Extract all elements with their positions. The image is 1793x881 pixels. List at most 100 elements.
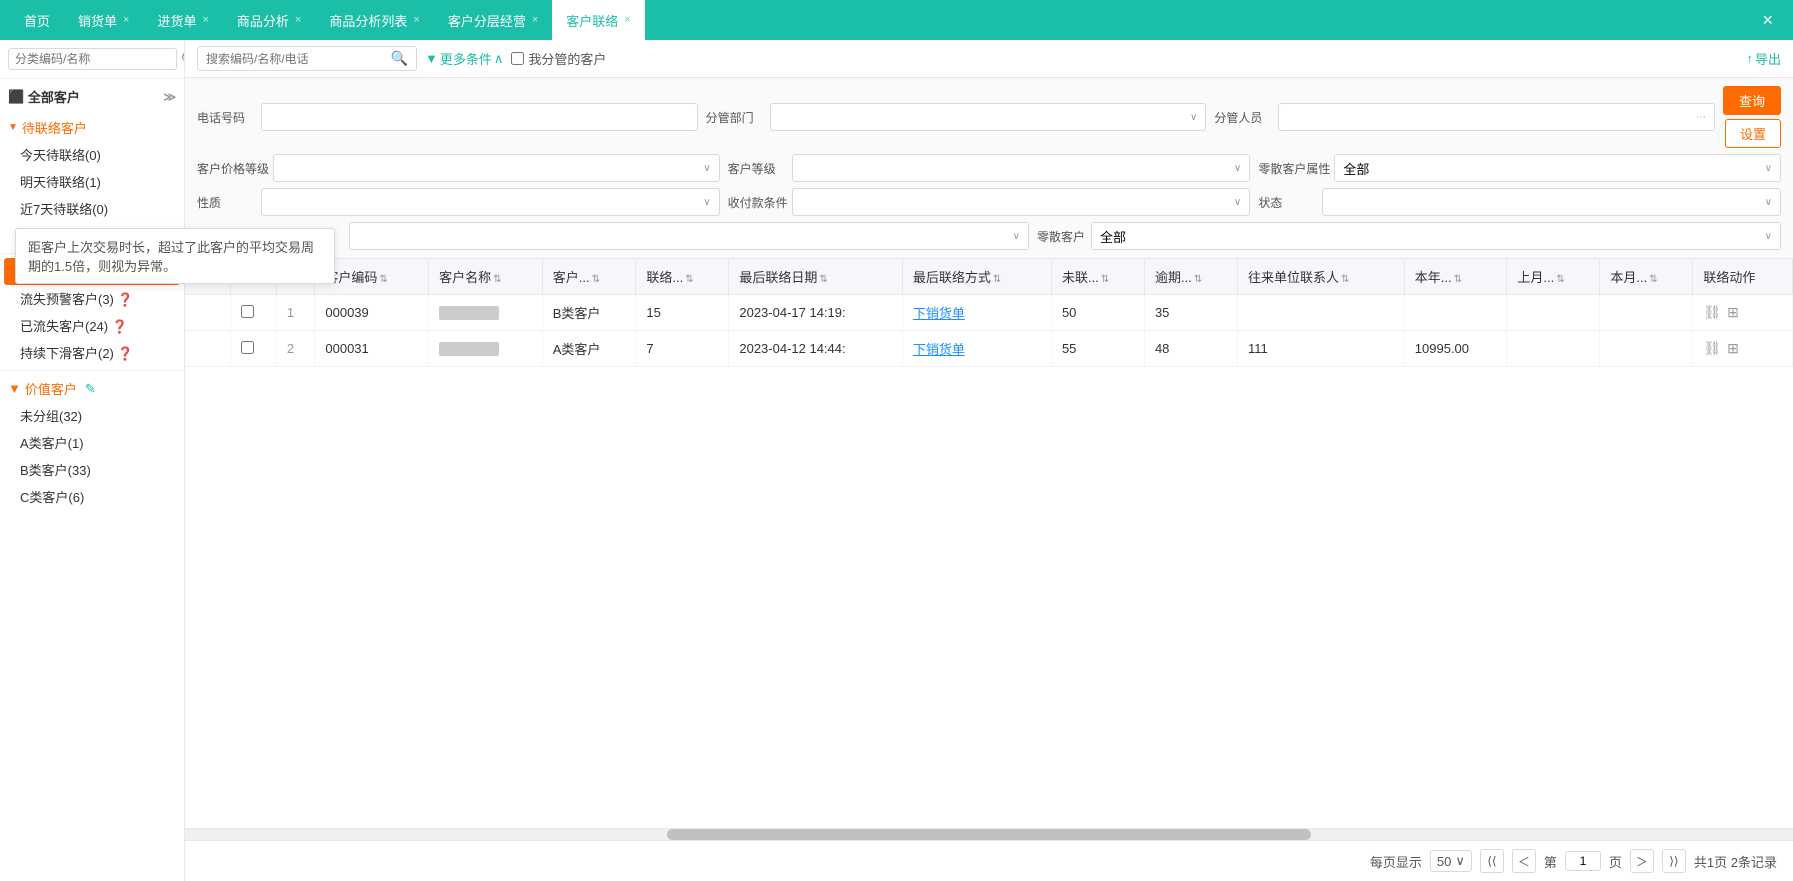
retail-customer-filter: 零散客户 全部 ∨ bbox=[1037, 222, 1781, 250]
person-chevron: ⋯ bbox=[1696, 112, 1706, 123]
value-section-edit-icon[interactable]: ✎ bbox=[85, 381, 96, 397]
my-customer-checkbox[interactable] bbox=[511, 52, 524, 65]
table-row: 1 000039 B类客户 15 2023-04-17 14:19: 下销货单 … bbox=[185, 295, 1793, 331]
retail-customer-select[interactable]: 全部 ∨ bbox=[1091, 222, 1781, 250]
page-number-input[interactable] bbox=[1565, 851, 1601, 871]
sidebar-tomorrow-pending[interactable]: 明天待联络(1) bbox=[0, 168, 184, 195]
nav-purchase-close[interactable]: × bbox=[202, 14, 208, 26]
per-page-select[interactable]: 50 ∨ bbox=[1430, 850, 1472, 872]
payment-select[interactable]: ∨ bbox=[792, 188, 1251, 216]
nav-sales-close[interactable]: × bbox=[123, 14, 129, 26]
nav-purchase[interactable]: 进货单 × bbox=[143, 0, 222, 40]
person-select[interactable]: ⋯ bbox=[1278, 103, 1715, 131]
nav-customer-contact[interactable]: 客户联络 × bbox=[552, 0, 644, 40]
nav-customer-tier-close[interactable]: × bbox=[532, 14, 538, 26]
gender-chevron: ∨ bbox=[703, 197, 710, 208]
export-button[interactable]: ↑ 导出 bbox=[1746, 49, 1781, 68]
sidebar-search-input[interactable] bbox=[8, 48, 177, 70]
filter-row-2: 客户价格等级 ∨ 客户等级 ∨ 零散客户属性 全部 ∨ bbox=[197, 154, 1781, 182]
filter-row-4: ... 客户类型 ∨ 零散客户 全部 ∨ bbox=[197, 222, 1781, 250]
row-name bbox=[429, 295, 543, 331]
next-page-button[interactable]: ＞ bbox=[1630, 849, 1654, 873]
phone-input[interactable] bbox=[261, 103, 698, 131]
row-grid-icon[interactable]: ⊞ bbox=[1727, 304, 1739, 321]
main-search-input[interactable] bbox=[206, 52, 391, 66]
pagination-bar: 每页显示 50 ∨ ⟨⟨ ＜ 第 页 ＞ ⟩⟩ 共1页 2条记录 bbox=[185, 840, 1793, 881]
last-page-button[interactable]: ⟩⟩ bbox=[1662, 849, 1686, 873]
sidebar-churn-warning[interactable]: 流失预警客户(3) ❓ bbox=[0, 285, 184, 312]
row-link-icon[interactable]: ⛓ bbox=[1703, 340, 1721, 357]
sidebar-ungrouped[interactable]: 未分组(32) bbox=[0, 402, 184, 429]
horizontal-scrollbar[interactable] bbox=[185, 828, 1793, 840]
nav-product-analysis[interactable]: 商品分析 × bbox=[223, 0, 315, 40]
row-contact: 15 bbox=[636, 295, 729, 331]
close-all-tabs-button[interactable]: × bbox=[1752, 10, 1783, 31]
customer-type-filter: 客户类型 ∨ bbox=[285, 222, 1029, 250]
row-grid-icon[interactable]: ⊞ bbox=[1727, 340, 1739, 357]
col-type: 客户...⇅ bbox=[542, 259, 636, 295]
row-checkbox-cell bbox=[230, 331, 276, 367]
nav-product-analysis-close[interactable]: × bbox=[295, 14, 301, 26]
nav-home[interactable]: 首页 bbox=[10, 0, 64, 40]
sidebar-today-pending[interactable]: 今天待联络(0) bbox=[0, 141, 184, 168]
dept-select[interactable]: ∨ bbox=[770, 103, 1207, 131]
price-grade-select[interactable]: ∨ bbox=[273, 154, 720, 182]
nav-product-analysis-list-close[interactable]: × bbox=[413, 14, 419, 26]
row-this-month bbox=[1600, 331, 1693, 367]
dept-filter: 分管部门 ∨ bbox=[706, 103, 1207, 131]
nav-customer-contact-close[interactable]: × bbox=[624, 14, 630, 26]
row-this-year bbox=[1404, 295, 1507, 331]
nav-customer-tier[interactable]: 客户分层经营 × bbox=[434, 0, 552, 40]
col-this-year: 本年...⇅ bbox=[1404, 259, 1507, 295]
filter-row-1: 电话号码 分管部门 ∨ 分管人员 ⋯ 查询 设置 bbox=[197, 86, 1781, 148]
row-checkbox-cell bbox=[230, 295, 276, 331]
col-this-month: 本月...⇅ bbox=[1600, 259, 1693, 295]
filter-bar: 🔍 ▼ 更多条件 ∧ 我分管的客户 ↑ 导出 bbox=[185, 40, 1793, 78]
nav-sales[interactable]: 销货单 × bbox=[64, 0, 143, 40]
content-area: 🔍 ▼ 更多条件 ∧ 我分管的客户 ↑ 导出 电话号码 bbox=[185, 40, 1793, 881]
retail-attr-filter: 零散客户属性 全部 ∨ bbox=[1258, 154, 1781, 182]
retail-customer-chevron: ∨ bbox=[1765, 231, 1772, 242]
col-name: 客户名称⇅ bbox=[429, 259, 543, 295]
retail-attr-select[interactable]: 全部 ∨ bbox=[1334, 154, 1781, 182]
status-filter: 状态 ∨ bbox=[1258, 188, 1781, 216]
status-select[interactable]: ∨ bbox=[1322, 188, 1781, 216]
status-chevron: ∨ bbox=[1765, 197, 1772, 208]
sidebar-class-b[interactable]: B类客户(33) bbox=[0, 456, 184, 483]
row-this-month bbox=[1600, 295, 1693, 331]
more-conditions-button[interactable]: ▼ 更多条件 ∧ bbox=[425, 49, 503, 68]
sidebar-7days-pending[interactable]: 近7天待联络(0) bbox=[0, 195, 184, 222]
customer-grade-select[interactable]: ∨ bbox=[792, 154, 1251, 182]
row-link-icon[interactable]: ⛓ bbox=[1703, 304, 1721, 321]
question-icon-2: ❓ bbox=[117, 292, 133, 307]
row-name bbox=[429, 331, 543, 367]
row-checkbox[interactable] bbox=[241, 341, 254, 354]
row-last-month bbox=[1507, 331, 1600, 367]
row-last-contact-method: 下销货单 bbox=[902, 331, 1051, 367]
sidebar: 🔍 ⬛ 全部客户 ≫ ▼ 待联络客户 今天待联络(0) 明天待联络(1) 近7天… bbox=[0, 40, 185, 881]
sidebar-pending-contact-section[interactable]: ▼ 待联络客户 bbox=[0, 114, 184, 141]
sidebar-collapse-icon[interactable]: ≫ bbox=[163, 90, 176, 104]
col-overdue: 逾期...⇅ bbox=[1144, 259, 1237, 295]
sidebar-churned[interactable]: 已流失客户(24) ❓ bbox=[0, 312, 184, 339]
row-checkbox[interactable] bbox=[241, 305, 254, 318]
first-page-button[interactable]: ⟨⟨ bbox=[1480, 849, 1504, 873]
action-buttons: 查询 设置 bbox=[1723, 86, 1781, 148]
table-row: 2 000031 A类客户 7 2023-04-12 14:44: 下销货单 5… bbox=[185, 331, 1793, 367]
advanced-filters: 电话号码 分管部门 ∨ 分管人员 ⋯ 查询 设置 bbox=[185, 78, 1793, 259]
customer-type-select[interactable]: ∨ bbox=[349, 222, 1029, 250]
gender-select[interactable]: ∨ bbox=[261, 188, 720, 216]
main-search-icon[interactable]: 🔍 bbox=[391, 50, 408, 67]
my-customer-filter: 我分管的客户 bbox=[511, 49, 606, 68]
sidebar-all-customers-header: ⬛ 全部客户 ≫ bbox=[0, 79, 184, 114]
settings-button[interactable]: 设置 bbox=[1725, 119, 1781, 148]
query-button[interactable]: 查询 bbox=[1723, 86, 1781, 115]
sidebar-class-a[interactable]: A类客户(1) bbox=[0, 429, 184, 456]
retail-attr-chevron: ∨ bbox=[1765, 163, 1772, 174]
prev-page-button[interactable]: ＜ bbox=[1512, 849, 1536, 873]
sidebar-class-c[interactable]: C类客户(6) bbox=[0, 483, 184, 510]
col-last-contact-method: 最后联络方式⇅ bbox=[902, 259, 1051, 295]
nav-product-analysis-list[interactable]: 商品分析列表 × bbox=[315, 0, 433, 40]
scrollbar-thumb[interactable] bbox=[667, 829, 1310, 840]
sidebar-declining[interactable]: 持续下滑客户(2) ❓ bbox=[0, 339, 184, 366]
